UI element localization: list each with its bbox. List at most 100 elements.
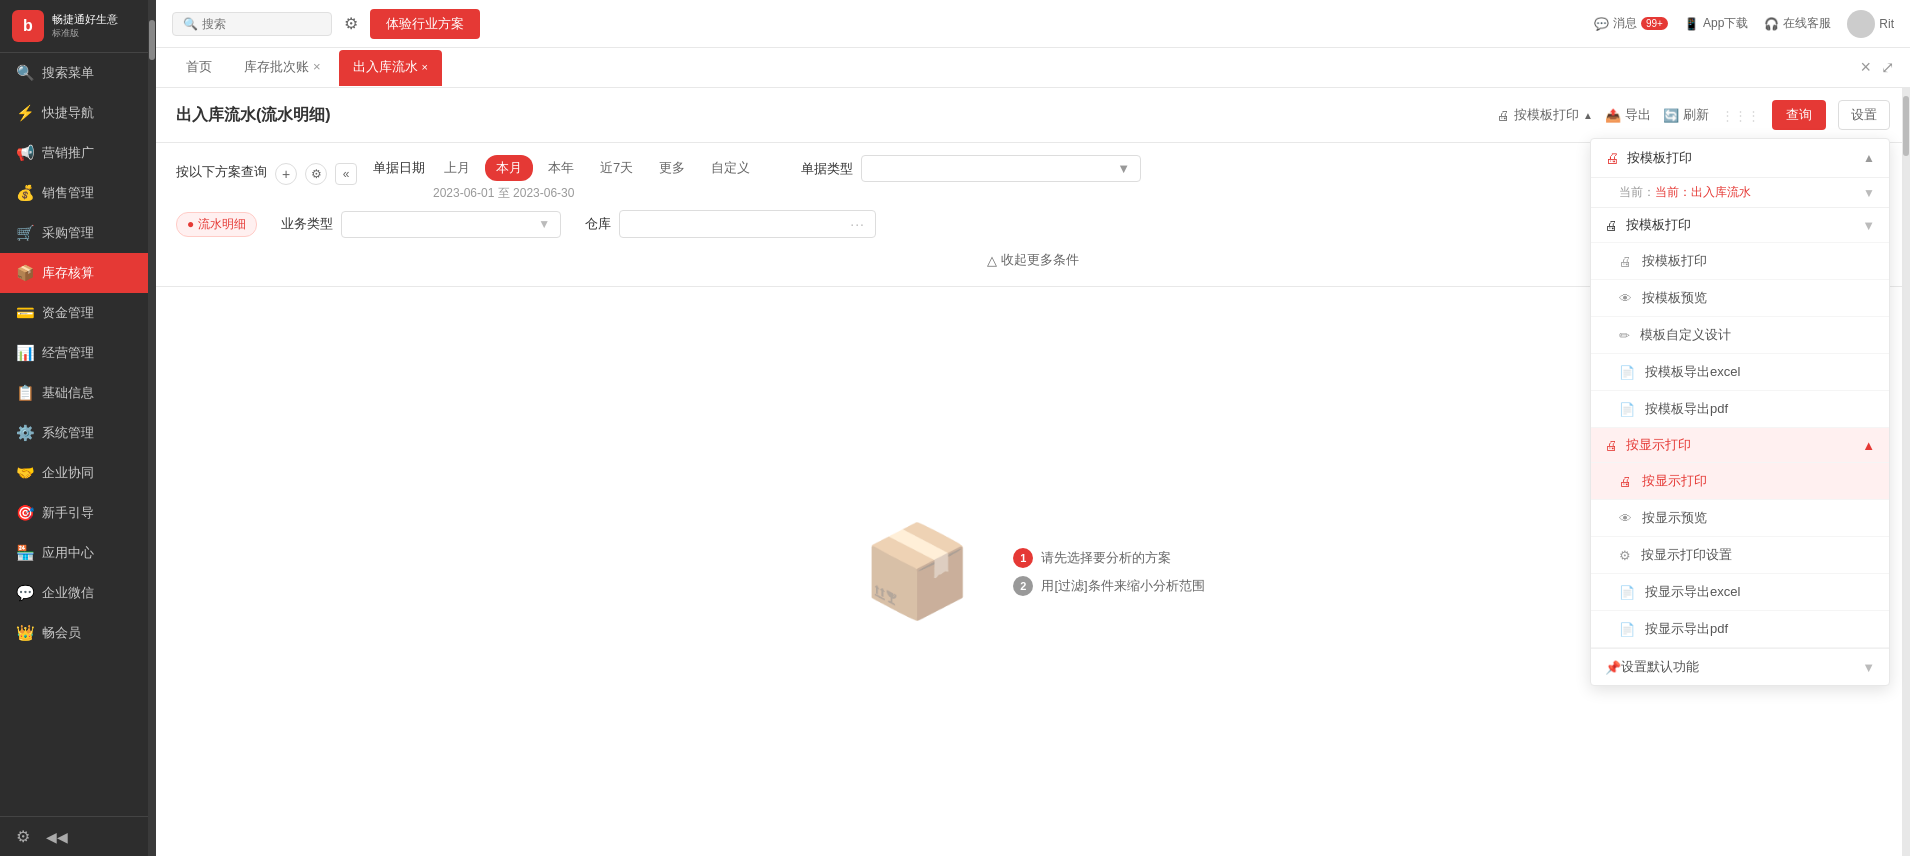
sidebar-item-label: 搜索菜单 xyxy=(42,64,94,82)
filter-collapse-button[interactable]: « xyxy=(335,163,357,185)
dropdown-template-pdf[interactable]: 📄 按模板导出pdf xyxy=(1591,391,1889,428)
sidebar-item-corp[interactable]: 🤝 企业协同 xyxy=(0,453,148,493)
newbie-icon: 🎯 xyxy=(16,504,34,522)
message-button[interactable]: 💬 消息 99+ xyxy=(1594,15,1668,32)
dropdown-template-custom[interactable]: ✏ 模板自定义设计 xyxy=(1591,317,1889,354)
date-this-month[interactable]: 本月 xyxy=(485,155,533,181)
sidebar-item-label: 系统管理 xyxy=(42,424,94,442)
date-last-7days[interactable]: 近7天 xyxy=(589,155,644,181)
topbar-gear-icon[interactable]: ⚙ xyxy=(344,14,358,33)
query-button[interactable]: 查询 xyxy=(1772,100,1826,130)
date-custom[interactable]: 自定义 xyxy=(700,155,761,181)
right-scrollbar-thumb xyxy=(1903,96,1909,156)
current-template-label: 当前： 当前：出入库流水 ▼ xyxy=(1591,178,1889,207)
template-print-section[interactable]: 🖨 按模板打印 ▼ xyxy=(1591,208,1889,243)
tab-batch-account[interactable]: 库存批次账 × xyxy=(230,50,335,86)
flow-detail-chip[interactable]: ● 流水明细 xyxy=(176,212,257,237)
corp-wechat-icon: 💬 xyxy=(16,584,34,602)
filter-add-button[interactable]: + xyxy=(275,163,297,185)
date-this-year[interactable]: 本年 xyxy=(537,155,585,181)
dropdown-display-pdf[interactable]: 📄 按显示导出pdf xyxy=(1591,611,1889,648)
message-badge: 99+ xyxy=(1641,17,1668,30)
display-print-section[interactable]: 🖨 按显示打印 ▲ xyxy=(1591,428,1889,463)
sidebar-item-inventory[interactable]: 📦 库存核算 xyxy=(0,253,148,293)
marketing-icon: 📢 xyxy=(16,144,34,162)
window-close-icon[interactable]: × xyxy=(1860,57,1871,78)
dropdown-display-print[interactable]: 🖨 按显示打印 xyxy=(1591,463,1889,500)
tab-flow-water[interactable]: 出入库流水 × xyxy=(339,50,442,86)
export-button[interactable]: 📤 导出 xyxy=(1605,106,1651,124)
biz-type-input[interactable] xyxy=(352,217,538,232)
tab-home[interactable]: 首页 xyxy=(172,50,226,86)
online-service-button[interactable]: 🎧 在线客服 xyxy=(1764,15,1831,32)
warehouse-select[interactable]: ··· xyxy=(619,210,876,238)
settings-button[interactable]: 设置 xyxy=(1838,100,1890,130)
sidebar-item-search[interactable]: 🔍 搜索菜单 xyxy=(0,53,148,93)
sidebar-item-operation[interactable]: 📊 经营管理 xyxy=(0,333,148,373)
refresh-button[interactable]: 🔄 刷新 xyxy=(1663,106,1709,124)
sidebar-item-label: 企业协同 xyxy=(42,464,94,482)
print-template-button[interactable]: 🖨 按模板打印 ▲ xyxy=(1497,106,1593,124)
sidebar-settings-icon[interactable]: ⚙ xyxy=(16,827,30,846)
print-small-icon: 🖨 xyxy=(1619,254,1632,269)
display-print-settings-label: 按显示打印设置 xyxy=(1641,546,1732,564)
member-icon: 👑 xyxy=(16,624,34,642)
dropdown-display-print-settings[interactable]: ⚙ 按显示打印设置 xyxy=(1591,537,1889,574)
sidebar-item-newbie[interactable]: 🎯 新手引导 xyxy=(0,493,148,533)
sidebar-scrollbar[interactable] xyxy=(148,0,156,856)
sidebar-item-corp-wechat[interactable]: 💬 企业微信 xyxy=(0,573,148,613)
sidebar-collapse-icon[interactable]: ◀◀ xyxy=(46,829,68,845)
sidebar-item-system[interactable]: ⚙️ 系统管理 xyxy=(0,413,148,453)
sidebar-item-label: 企业微信 xyxy=(42,584,94,602)
sidebar-item-purchase[interactable]: 🛒 采购管理 xyxy=(0,213,148,253)
excel-icon: 📄 xyxy=(1619,365,1635,380)
sidebar-item-finance[interactable]: 💳 资金管理 xyxy=(0,293,148,333)
user-name: Rit xyxy=(1879,17,1894,31)
dropdown-display-preview[interactable]: 👁 按显示预览 xyxy=(1591,500,1889,537)
dropdown-display-excel[interactable]: 📄 按显示导出excel xyxy=(1591,574,1889,611)
warehouse-more-icon[interactable]: ··· xyxy=(850,216,865,232)
tab-batch-account-close[interactable]: × xyxy=(313,59,321,74)
dropdown-template-preview[interactable]: 👁 按模板预览 xyxy=(1591,280,1889,317)
biz-type-select[interactable]: ▼ xyxy=(341,211,561,238)
right-scrollbar[interactable] xyxy=(1902,88,1910,856)
user-avatar-area[interactable]: Rit xyxy=(1847,10,1894,38)
sidebar-item-member[interactable]: 👑 畅会员 xyxy=(0,613,148,653)
app-download-button[interactable]: 📱 App下载 xyxy=(1684,15,1748,32)
topbar-search-input[interactable] xyxy=(202,17,312,31)
warehouse-input[interactable] xyxy=(630,217,850,232)
main-area: 🔍 ⚙ 体验行业方案 💬 消息 99+ 📱 App下载 🎧 在线客服 Rit xyxy=(156,0,1910,856)
date-more[interactable]: 更多 xyxy=(648,155,696,181)
dropdown-title: 按模板打印 xyxy=(1627,149,1692,167)
dropdown-template-print[interactable]: 🖨 按模板打印 xyxy=(1591,243,1889,280)
dropdown-footer[interactable]: 📌 设置默认功能 ▼ xyxy=(1591,648,1889,685)
dropdown-chevron-up[interactable]: ▲ xyxy=(1863,151,1875,165)
topbar: 🔍 ⚙ 体验行业方案 💬 消息 99+ 📱 App下载 🎧 在线客服 Rit xyxy=(156,0,1910,48)
tab-flow-water-close[interactable]: × xyxy=(422,61,428,73)
filter-gear-button[interactable]: ⚙ xyxy=(305,163,327,185)
tab-batch-account-label: 库存批次账 xyxy=(244,58,309,76)
chip-label: 流水明细 xyxy=(198,216,246,233)
date-filter-tag: 上月 本月 本年 近7天 更多 自定义 xyxy=(433,155,761,181)
display-pdf-icon: 📄 xyxy=(1619,622,1635,637)
collapse-label: 收起更多条件 xyxy=(1001,251,1079,269)
print-template-label: 按模板打印 xyxy=(1514,106,1579,124)
tab-home-label: 首页 xyxy=(186,58,212,76)
step-number-1: 1 xyxy=(1013,548,1033,568)
sidebar-item-marketing[interactable]: 📢 营销推广 xyxy=(0,133,148,173)
dropdown-template-excel[interactable]: 📄 按模板导出excel xyxy=(1591,354,1889,391)
trial-industry-button[interactable]: 体验行业方案 xyxy=(370,9,480,39)
template-custom-label: 模板自定义设计 xyxy=(1640,326,1731,344)
sidebar-item-app-center[interactable]: 🏪 应用中心 xyxy=(0,533,148,573)
window-expand-icon[interactable]: ⤢ xyxy=(1881,58,1894,77)
preview-icon: 👁 xyxy=(1619,291,1632,306)
sidebar-item-basic[interactable]: 📋 基础信息 xyxy=(0,373,148,413)
sidebar-item-sales[interactable]: 💰 销售管理 xyxy=(0,173,148,213)
date-last-month[interactable]: 上月 xyxy=(433,155,481,181)
page-header: 出入库流水(流水明细) 🖨 按模板打印 ▲ 📤 导出 🔄 刷新 ⋮⋮⋮ 查询 设… xyxy=(156,88,1910,143)
display-preview-label: 按显示预览 xyxy=(1642,509,1707,527)
page-actions: 🖨 按模板打印 ▲ 📤 导出 🔄 刷新 ⋮⋮⋮ 查询 设置 xyxy=(1497,100,1890,142)
sidebar-item-quick-nav[interactable]: ⚡ 快捷导航 xyxy=(0,93,148,133)
doc-type-select[interactable]: ▼ xyxy=(861,155,1141,182)
topbar-search-wrap: 🔍 xyxy=(172,12,332,36)
